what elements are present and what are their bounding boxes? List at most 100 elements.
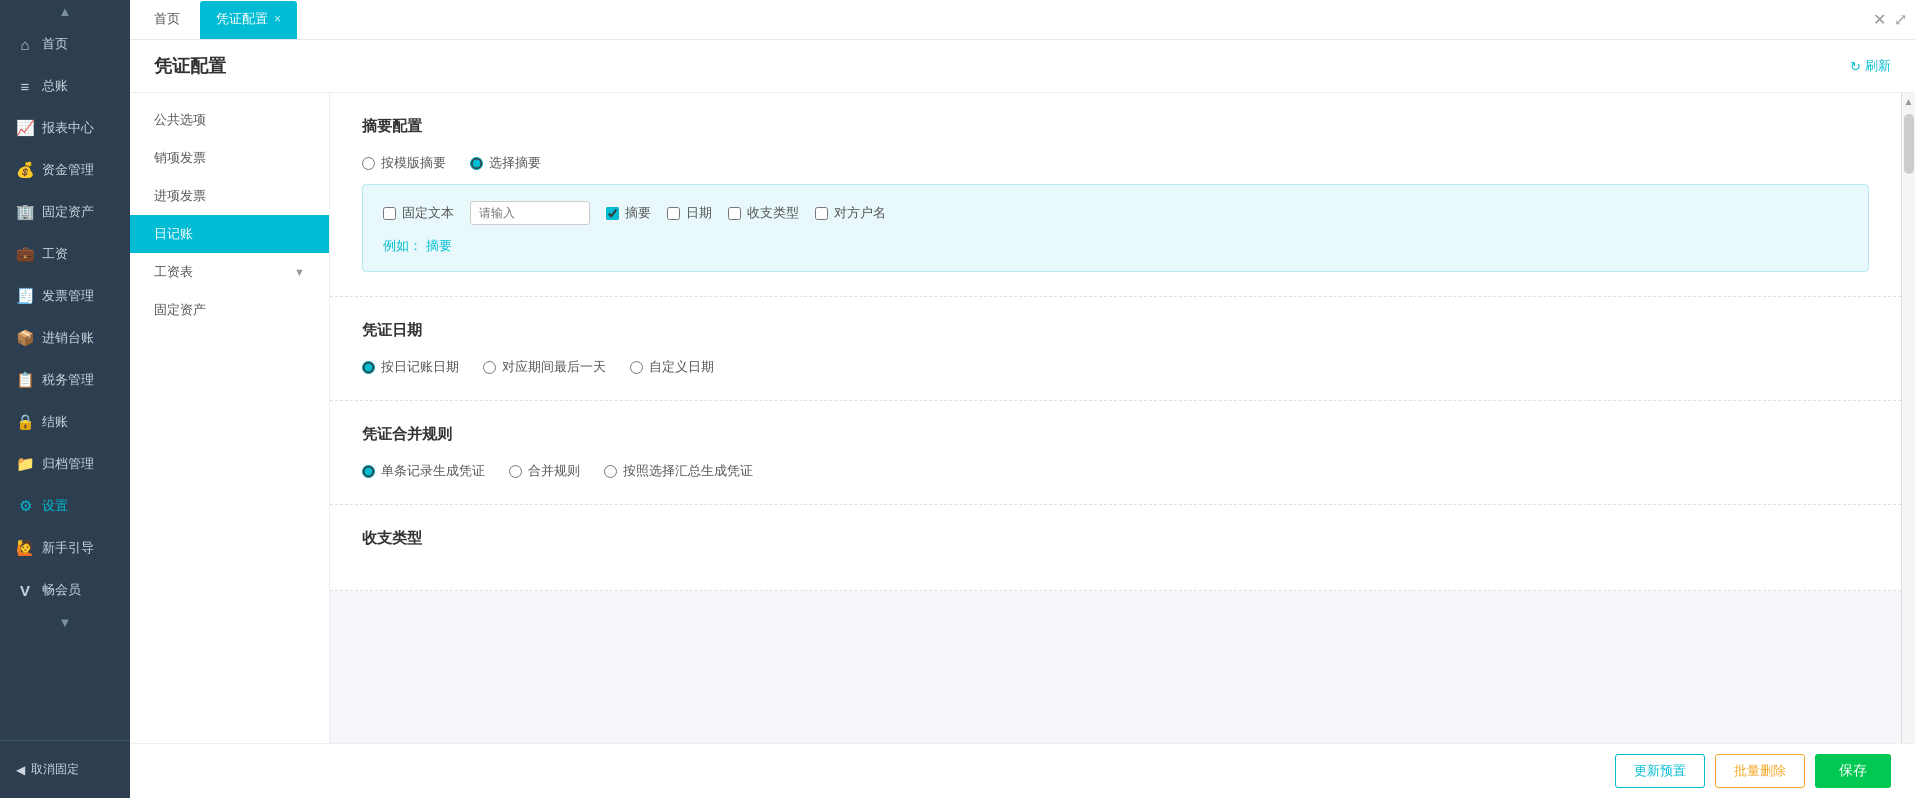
radio-journal-date[interactable] bbox=[362, 361, 375, 374]
sidebar-item-guide[interactable]: 🙋 新手引导 bbox=[0, 527, 130, 569]
tax-icon: 📋 bbox=[16, 371, 34, 389]
sidebar-item-settings[interactable]: ⚙ 设置 bbox=[0, 485, 130, 527]
sidebar-item-closing[interactable]: 🔒 结账 bbox=[0, 401, 130, 443]
radio-merge-label[interactable]: 合并规则 bbox=[509, 462, 580, 480]
checkbox-abstract[interactable] bbox=[606, 207, 619, 220]
tab-bar-actions: ✕ ⤢ bbox=[1873, 10, 1907, 29]
window-close-icon[interactable]: ✕ bbox=[1873, 10, 1886, 29]
summary-radio-row: 按模版摘要 选择摘要 bbox=[362, 154, 1869, 172]
radio-select[interactable] bbox=[470, 157, 483, 170]
left-nav-purchase-invoice[interactable]: 进项发票 bbox=[130, 177, 329, 215]
sidebar-item-label: 总账 bbox=[42, 77, 68, 95]
radio-template[interactable] bbox=[362, 157, 375, 170]
radio-custom-date-text: 自定义日期 bbox=[649, 358, 714, 376]
checkbox-income-type[interactable] bbox=[728, 207, 741, 220]
sidebar-item-label: 结账 bbox=[42, 413, 68, 431]
checkbox-fixed-text[interactable] bbox=[383, 207, 396, 220]
left-nav-journal[interactable]: 日记账 bbox=[130, 215, 329, 253]
tab-voucher-config[interactable]: 凭证配置 × bbox=[200, 1, 297, 39]
summary-config-box: 固定文本 摘要 日期 bbox=[362, 184, 1869, 272]
sidebar-item-vip[interactable]: V 畅会员 bbox=[0, 569, 130, 611]
radio-single-text: 单条记录生成凭证 bbox=[381, 462, 485, 480]
sidebar-item-home[interactable]: ⌂ 首页 bbox=[0, 23, 130, 65]
radio-merge[interactable] bbox=[509, 465, 522, 478]
tab-active-label: 凭证配置 bbox=[216, 10, 268, 28]
radio-last-day[interactable] bbox=[483, 361, 496, 374]
window-maximize-icon[interactable]: ⤢ bbox=[1894, 10, 1907, 29]
sidebar-item-archive[interactable]: 📁 归档管理 bbox=[0, 443, 130, 485]
update-preview-button[interactable]: 更新预置 bbox=[1615, 754, 1705, 788]
sidebar-item-assets[interactable]: 🏢 固定资产 bbox=[0, 191, 130, 233]
fixed-text-input[interactable] bbox=[470, 201, 590, 225]
home-icon: ⌂ bbox=[16, 36, 34, 53]
sidebar-item-label: 首页 bbox=[42, 35, 68, 53]
guide-icon: 🙋 bbox=[16, 539, 34, 557]
refresh-button[interactable]: ↻ 刷新 bbox=[1850, 57, 1891, 75]
radio-last-day-label[interactable]: 对应期间最后一天 bbox=[483, 358, 606, 376]
sidebar: ▲ ⌂ 首页 ≡ 总账 📈 报表中心 💰 资金管理 🏢 固定资产 💼 工资 🧾 … bbox=[0, 0, 130, 798]
page-title: 凭证配置 bbox=[154, 54, 226, 78]
left-nav-payroll-sheet[interactable]: 工资表 ▼ bbox=[130, 253, 329, 291]
left-nav-sales-invoice[interactable]: 销项发票 bbox=[130, 139, 329, 177]
sidebar-item-reports[interactable]: 📈 报表中心 bbox=[0, 107, 130, 149]
archive-icon: 📁 bbox=[16, 455, 34, 473]
radio-select-merge-label[interactable]: 按照选择汇总生成凭证 bbox=[604, 462, 753, 480]
radio-single[interactable] bbox=[362, 465, 375, 478]
checkbox-abstract-label[interactable]: 摘要 bbox=[606, 204, 651, 222]
radio-template-label[interactable]: 按模版摘要 bbox=[362, 154, 446, 172]
checkbox-date[interactable] bbox=[667, 207, 680, 220]
date-title: 凭证日期 bbox=[362, 321, 1869, 340]
radio-custom-date[interactable] bbox=[630, 361, 643, 374]
checkbox-income-type-label[interactable]: 收支类型 bbox=[728, 204, 799, 222]
left-nav-fixed-assets[interactable]: 固定资产 bbox=[130, 291, 329, 329]
save-button[interactable]: 保存 bbox=[1815, 754, 1891, 788]
radio-merge-text: 合并规则 bbox=[528, 462, 580, 480]
date-section: 凭证日期 按日记账日期 对应期间最后一天 bbox=[330, 297, 1901, 401]
checkbox-counterpart[interactable] bbox=[815, 207, 828, 220]
radio-select-label[interactable]: 选择摘要 bbox=[470, 154, 541, 172]
left-nav-public-label: 公共选项 bbox=[154, 111, 206, 129]
batch-delete-button[interactable]: 批量删除 bbox=[1715, 754, 1805, 788]
scrollbar-up-arrow[interactable]: ▲ bbox=[1901, 93, 1915, 110]
income-type-section: 收支类型 bbox=[330, 505, 1901, 591]
payroll-icon: 💼 bbox=[16, 245, 34, 263]
sidebar-item-stock[interactable]: 📦 进销台账 bbox=[0, 317, 130, 359]
checkbox-abstract-text: 摘要 bbox=[625, 204, 651, 222]
radio-select-merge[interactable] bbox=[604, 465, 617, 478]
scrollbar-thumb[interactable] bbox=[1904, 114, 1914, 174]
sidebar-scroll-down[interactable]: ▼ bbox=[0, 611, 130, 634]
left-nav-public[interactable]: 公共选项 bbox=[130, 101, 329, 139]
sidebar-item-label: 畅会员 bbox=[42, 581, 81, 599]
radio-select-text: 选择摘要 bbox=[489, 154, 541, 172]
sidebar-bottom: ◀ 取消固定 bbox=[0, 740, 130, 798]
reports-icon: 📈 bbox=[16, 119, 34, 137]
date-radio-row: 按日记账日期 对应期间最后一天 自定义日期 bbox=[362, 358, 1869, 376]
summary-title: 摘要配置 bbox=[362, 117, 1869, 136]
checkbox-fixed-text-label[interactable]: 固定文本 bbox=[383, 204, 454, 222]
summary-section: 摘要配置 按模版摘要 选择摘要 bbox=[330, 93, 1901, 297]
tab-close-icon[interactable]: × bbox=[274, 12, 281, 26]
page-header: 凭证配置 ↻ 刷新 bbox=[130, 40, 1915, 93]
sidebar-item-label: 归档管理 bbox=[42, 455, 94, 473]
sidebar-item-ledger[interactable]: ≡ 总账 bbox=[0, 65, 130, 107]
merge-radio-row: 单条记录生成凭证 合并规则 按照选择汇总生成凭证 bbox=[362, 462, 1869, 480]
radio-journal-date-label[interactable]: 按日记账日期 bbox=[362, 358, 459, 376]
unpin-button[interactable]: ◀ 取消固定 bbox=[0, 751, 130, 788]
sidebar-item-invoice-mgmt[interactable]: 🧾 发票管理 bbox=[0, 275, 130, 317]
radio-custom-date-label[interactable]: 自定义日期 bbox=[630, 358, 714, 376]
sidebar-item-funds[interactable]: 💰 资金管理 bbox=[0, 149, 130, 191]
sidebar-item-label: 报表中心 bbox=[42, 119, 94, 137]
sidebar-item-payroll[interactable]: 💼 工资 bbox=[0, 233, 130, 275]
checkbox-date-label[interactable]: 日期 bbox=[667, 204, 712, 222]
sidebar-scroll-up[interactable]: ▲ bbox=[0, 0, 130, 23]
radio-select-merge-text: 按照选择汇总生成凭证 bbox=[623, 462, 753, 480]
tab-home[interactable]: 首页 bbox=[138, 1, 196, 39]
sidebar-item-tax[interactable]: 📋 税务管理 bbox=[0, 359, 130, 401]
radio-single-label[interactable]: 单条记录生成凭证 bbox=[362, 462, 485, 480]
sidebar-item-label: 设置 bbox=[42, 497, 68, 515]
sidebar-item-label: 资金管理 bbox=[42, 161, 94, 179]
checkbox-counterpart-label[interactable]: 对方户名 bbox=[815, 204, 886, 222]
window-scrollbar[interactable]: ▲ bbox=[1901, 93, 1915, 743]
left-nav-purchase-label: 进项发票 bbox=[154, 187, 206, 205]
stock-icon: 📦 bbox=[16, 329, 34, 347]
